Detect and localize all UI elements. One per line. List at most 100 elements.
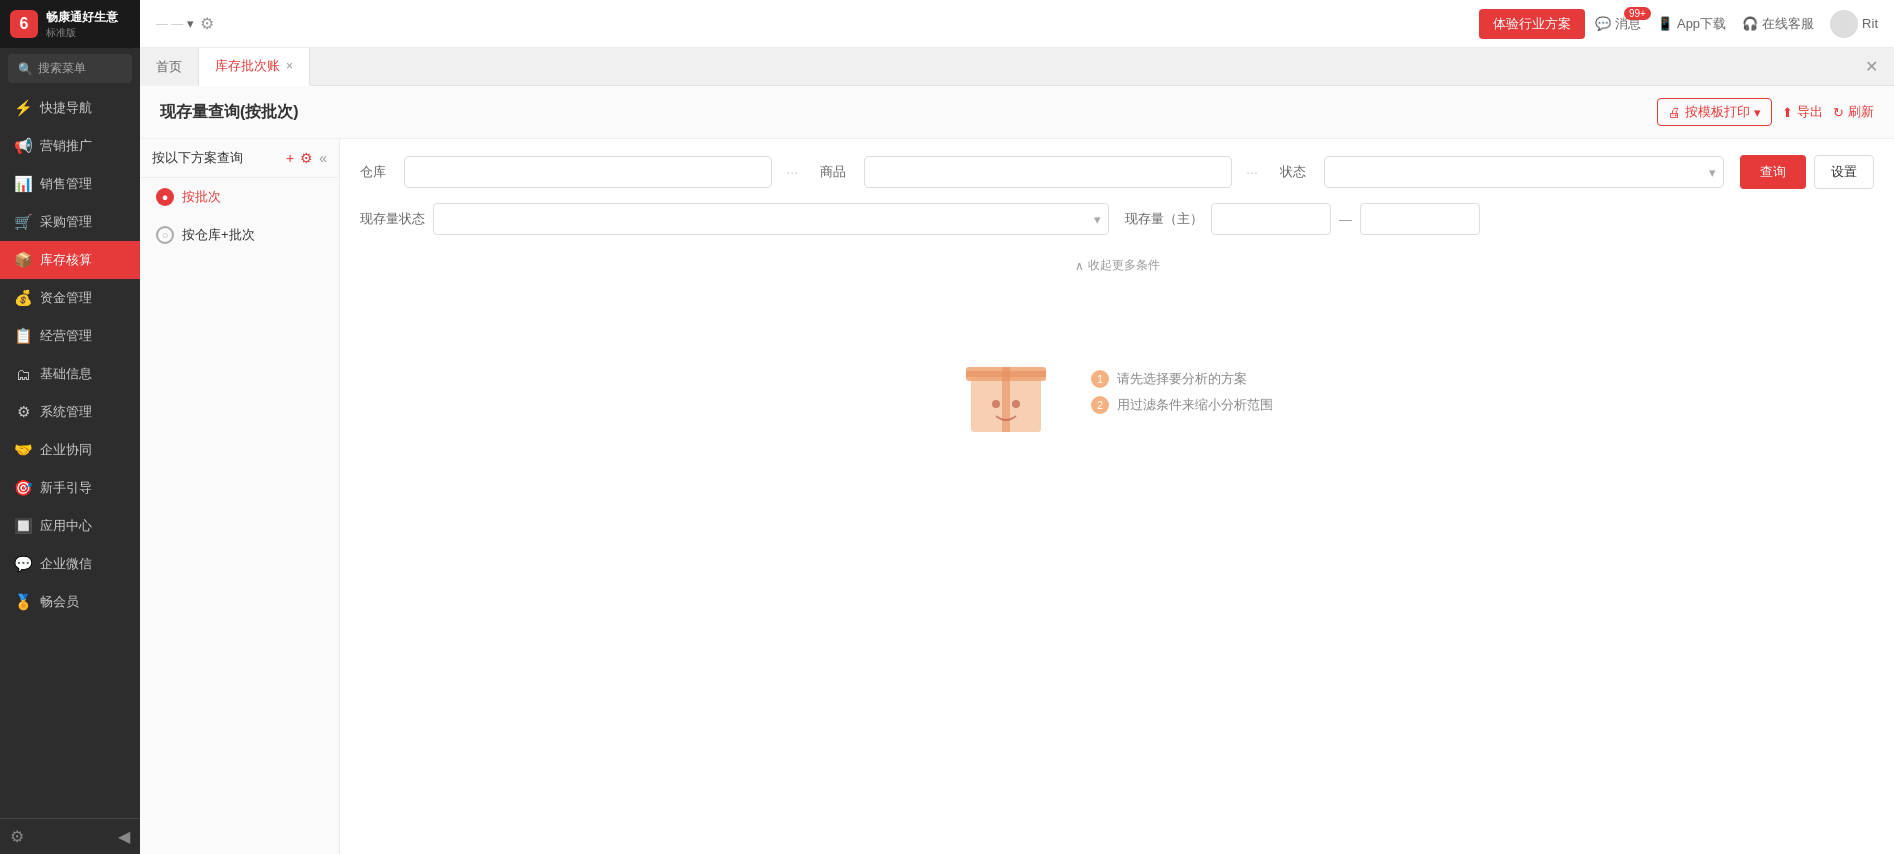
search-menu-label: 搜索菜单 [38, 60, 86, 77]
print-button[interactable]: 🖨 按模板打印 ▾ [1657, 98, 1772, 126]
main-area: — — ▾ ⚙ 体验行业方案 💬 消息 99+ 📱 App下载 🎧 在线客服 R [140, 0, 1894, 854]
user-menu[interactable]: Rit [1830, 10, 1878, 38]
enterprise-label: 企业协同 [40, 441, 92, 459]
print-label: 按模板打印 [1685, 103, 1750, 121]
operations-label: 经营管理 [40, 327, 92, 345]
content-area: 现存量查询(按批次) 🖨 按模板打印 ▾ ⬆ 导出 ↻ 刷新 [140, 86, 1894, 854]
finance-label: 资金管理 [40, 289, 92, 307]
status-label: 状态 [1280, 163, 1316, 181]
empty-hint-1: 1 请先选择要分析的方案 [1091, 370, 1273, 388]
app-logo: 6 [10, 10, 38, 38]
sidebar-item-wechat[interactable]: 💬 企业微信 [0, 545, 140, 583]
member-label: 畅会员 [40, 593, 79, 611]
tab-inventory-batch[interactable]: 库存批次账 × [199, 48, 310, 86]
member-icon: 🏅 [14, 593, 32, 611]
sidebar-nav: ⚡ 快捷导航 📢 营销推广 📊 销售管理 🛒 采购管理 📦 库存核算 💰 资金管… [0, 89, 140, 818]
stock-status-select[interactable] [433, 203, 1109, 235]
hint-num-1: 1 [1091, 370, 1109, 388]
hint-text-1: 请先选择要分析的方案 [1117, 370, 1247, 388]
app-download-button[interactable]: 📱 App下载 [1657, 15, 1726, 33]
plan-settings-icon[interactable]: ⚙ [300, 150, 313, 166]
tab-bar: 首页 库存批次账 × ✕ [140, 48, 1894, 86]
user-avatar [1830, 10, 1858, 38]
warehouse-input[interactable] [404, 156, 772, 188]
trial-button[interactable]: 体验行业方案 [1479, 9, 1585, 39]
search-menu[interactable]: 🔍 搜索菜单 [8, 54, 132, 83]
dropdown-arrow-icon: ▾ [187, 16, 194, 31]
online-service-button[interactable]: 🎧 在线客服 [1742, 15, 1814, 33]
app-name: 畅康通好生意 [46, 9, 130, 26]
sidebar-item-member[interactable]: 🏅 畅会员 [0, 583, 140, 621]
collapse-more-label: 收起更多条件 [1088, 257, 1160, 274]
plan-active-icon: ● [156, 188, 174, 206]
tab-home[interactable]: 首页 [140, 48, 199, 86]
stock-amount-min-input[interactable] [1211, 203, 1331, 235]
sidebar-item-apps[interactable]: 🔲 应用中心 [0, 507, 140, 545]
warehouse-label: 仓库 [360, 163, 396, 181]
product-filter-group: 商品 ··· [820, 156, 1264, 188]
purchase-icon: 🛒 [14, 213, 32, 231]
add-plan-icon[interactable]: + [286, 150, 294, 166]
app-download-label: App下载 [1677, 15, 1726, 33]
print-icon: 🖨 [1668, 105, 1681, 120]
sidebar-item-finance[interactable]: 💰 资金管理 [0, 279, 140, 317]
sidebar-item-inventory[interactable]: 📦 库存核算 [0, 241, 140, 279]
sidebar-item-enterprise[interactable]: 🤝 企业协同 [0, 431, 140, 469]
empty-hint-list: 1 请先选择要分析的方案 2 用过滤条件来缩小分析范围 [1091, 370, 1273, 414]
footer-settings-icon[interactable]: ⚙ [10, 827, 24, 846]
header-settings-icon[interactable]: ⚙ [200, 14, 214, 33]
status-select[interactable] [1324, 156, 1724, 188]
product-input[interactable] [864, 156, 1232, 188]
page-header: 现存量查询(按批次) 🖨 按模板打印 ▾ ⬆ 导出 ↻ 刷新 [140, 86, 1894, 139]
tab-home-label: 首页 [156, 58, 182, 76]
sidebar-item-system[interactable]: ⚙ 系统管理 [0, 393, 140, 431]
breadcrumb-dropdown[interactable]: — — ▾ [156, 16, 194, 31]
inventory-icon: 📦 [14, 251, 32, 269]
export-button[interactable]: ⬆ 导出 [1782, 103, 1823, 121]
page-title: 现存量查询(按批次) [160, 102, 299, 123]
sidebar-item-quick-nav[interactable]: ⚡ 快捷导航 [0, 89, 140, 127]
top-header: — — ▾ ⚙ 体验行业方案 💬 消息 99+ 📱 App下载 🎧 在线客服 R [140, 0, 1894, 48]
plan-inactive-icon: ○ [156, 226, 174, 244]
action-buttons: 查询 设置 [1740, 155, 1874, 189]
sidebar-item-basics[interactable]: 🗂 基础信息 [0, 355, 140, 393]
stock-amount-max-input[interactable] [1360, 203, 1480, 235]
user-name: Rit [1862, 16, 1878, 31]
breadcrumb-area: — — ▾ ⚙ [156, 14, 1469, 33]
plan-by-warehouse-batch-label: 按仓库+批次 [182, 226, 255, 244]
status-select-wrapper: ▾ [1324, 156, 1724, 188]
plan-item-by-batch[interactable]: ● 按批次 [140, 178, 339, 216]
stock-amount-filter-group: 现存量（主） — [1125, 203, 1874, 235]
query-button[interactable]: 查询 [1740, 155, 1806, 189]
sidebar-item-marketing[interactable]: 📢 营销推广 [0, 127, 140, 165]
filter-row-1: 仓库 ··· 商品 ··· 状态 [360, 155, 1874, 189]
messages-badge: 99+ [1624, 7, 1651, 20]
sidebar-item-operations[interactable]: 📋 经营管理 [0, 317, 140, 355]
breadcrumb-text: — — [156, 17, 183, 31]
sidebar-footer: ⚙ ◀ [0, 818, 140, 854]
left-panel-title: 按以下方案查询 [152, 149, 243, 167]
tab-bar-wrapper: 首页 库存批次账 × ✕ [140, 48, 1894, 86]
settings-button[interactable]: 设置 [1814, 155, 1874, 189]
filter-row-2: 现存量状态 ▾ 现存量（主） — [360, 203, 1874, 235]
sidebar-item-guide[interactable]: 🎯 新手引导 [0, 469, 140, 507]
plan-item-by-warehouse-batch[interactable]: ○ 按仓库+批次 [140, 216, 339, 254]
warehouse-more-icon[interactable]: ··· [780, 164, 804, 180]
system-label: 系统管理 [40, 403, 92, 421]
svg-point-4 [992, 400, 1000, 408]
collapse-panel-icon[interactable]: « [319, 150, 327, 166]
tab-bar-close-icon[interactable]: ✕ [1849, 57, 1894, 76]
refresh-icon: ↻ [1833, 105, 1844, 120]
sidebar-item-purchase[interactable]: 🛒 采购管理 [0, 203, 140, 241]
footer-collapse-icon[interactable]: ◀ [118, 827, 130, 846]
tab-close-icon[interactable]: × [286, 59, 293, 73]
tab-inventory-batch-label: 库存批次账 [215, 57, 280, 75]
collapse-more-button[interactable]: ∧ 收起更多条件 [360, 249, 1874, 282]
stock-status-label: 现存量状态 [360, 210, 425, 228]
hint-num-2: 2 [1091, 396, 1109, 414]
refresh-button[interactable]: ↻ 刷新 [1833, 103, 1874, 121]
sidebar-item-sales[interactable]: 📊 销售管理 [0, 165, 140, 203]
product-more-icon[interactable]: ··· [1240, 164, 1264, 180]
guide-label: 新手引导 [40, 479, 92, 497]
messages-button[interactable]: 💬 消息 99+ [1595, 15, 1641, 33]
